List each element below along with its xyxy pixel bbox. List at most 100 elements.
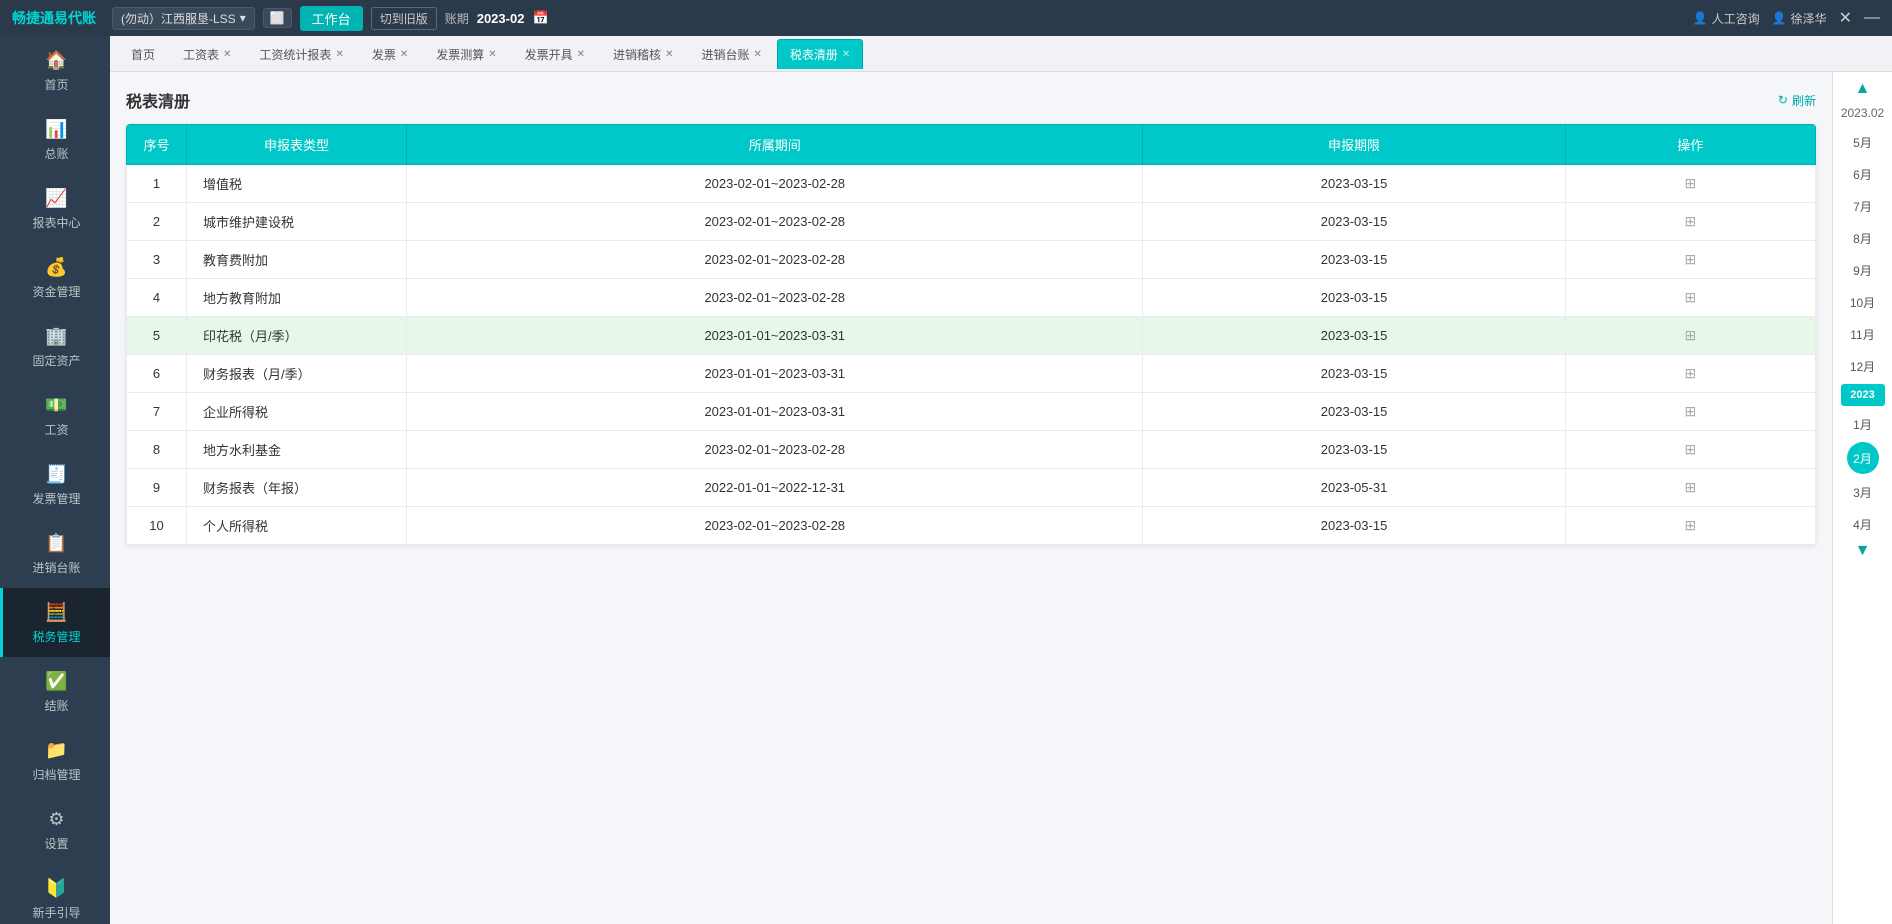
action-icon[interactable]: ⊞ bbox=[1684, 175, 1696, 191]
tab-close-salary-table[interactable]: ✕ bbox=[223, 49, 231, 60]
tab-salary-stats[interactable]: 工资统计报表 ✕ bbox=[246, 39, 356, 69]
month-item[interactable]: 9月 bbox=[1843, 256, 1883, 284]
tab-close-invoice[interactable]: ✕ bbox=[400, 49, 408, 60]
report-icon: 📈 bbox=[45, 186, 69, 210]
tab-salary-table[interactable]: 工资表 ✕ bbox=[170, 39, 244, 69]
sidebar-item-home[interactable]: 🏠 首页 bbox=[0, 36, 110, 105]
sidebar: 🏠 首页 📊 总账 📈 报表中心 💰 资金管理 🏢 固定资产 💵 工资 🧾 发票… bbox=[0, 36, 110, 924]
action-icon[interactable]: ⊞ bbox=[1684, 403, 1696, 419]
col-header-deadline: 申报期限 bbox=[1143, 125, 1565, 165]
minimize-icon[interactable]: — bbox=[1864, 9, 1880, 27]
copy-button[interactable]: ⬜ bbox=[263, 8, 292, 28]
action-icon[interactable]: ⊞ bbox=[1684, 213, 1696, 229]
tab-close-sales-ledger[interactable]: ✕ bbox=[753, 49, 761, 60]
company-selector[interactable]: (勿动）江西服垦-LSS ▾ bbox=[112, 7, 255, 30]
tab-invoice-check[interactable]: 发票测算 ✕ bbox=[423, 39, 509, 69]
cell-action[interactable]: ⊞ bbox=[1565, 355, 1815, 393]
sidebar-label-ledger: 总账 bbox=[44, 145, 68, 162]
cell-period: 2023-01-01~2023-03-31 bbox=[407, 393, 1143, 431]
cell-type: 企业所得税 bbox=[187, 393, 407, 431]
app-logo: 畅捷通易代账 bbox=[12, 8, 96, 28]
action-icon[interactable]: ⊞ bbox=[1684, 365, 1696, 381]
month-item[interactable]: 3月 bbox=[1843, 478, 1883, 506]
cell-action[interactable]: ⊞ bbox=[1565, 203, 1815, 241]
action-icon[interactable]: ⊞ bbox=[1684, 251, 1696, 267]
sidebar-item-settlement[interactable]: ✅ 结账 bbox=[0, 657, 110, 726]
table-row: 2 城市维护建设税 2023-02-01~2023-02-28 2023-03-… bbox=[127, 203, 1816, 241]
sidebar-item-tax[interactable]: 🧮 税务管理 bbox=[0, 588, 110, 657]
sidebar-label-home: 首页 bbox=[44, 76, 68, 93]
cell-action[interactable]: ⊞ bbox=[1565, 393, 1815, 431]
close-icon[interactable]: ✕ bbox=[1839, 8, 1852, 28]
cell-action[interactable]: ⊞ bbox=[1565, 507, 1815, 545]
sidebar-item-report[interactable]: 📈 报表中心 bbox=[0, 174, 110, 243]
cell-type: 财务报表（年报） bbox=[187, 469, 407, 507]
month-item[interactable]: 1月 bbox=[1843, 410, 1883, 438]
month-item[interactable]: 7月 bbox=[1843, 192, 1883, 220]
sidebar-item-guide[interactable]: 🔰 新手引导 bbox=[0, 864, 110, 924]
cell-deadline: 2023-03-15 bbox=[1143, 355, 1565, 393]
month-item[interactable]: 12月 bbox=[1843, 352, 1883, 380]
month-item[interactable]: 5月 bbox=[1843, 128, 1883, 156]
refresh-button[interactable]: ↻ 刷新 bbox=[1778, 92, 1816, 109]
calendar-icon[interactable]: 📅 bbox=[532, 10, 548, 26]
month-item[interactable]: 4月 bbox=[1843, 510, 1883, 538]
month-item[interactable]: 11月 bbox=[1843, 320, 1883, 348]
switch-version-button[interactable]: 切到旧版 bbox=[371, 7, 437, 30]
cell-period: 2023-02-01~2023-02-28 bbox=[407, 203, 1143, 241]
tab-sales-ledger[interactable]: 进销台账 ✕ bbox=[688, 39, 774, 69]
main-layout: 🏠 首页 📊 总账 📈 报表中心 💰 资金管理 🏢 固定资产 💵 工资 🧾 发票… bbox=[0, 36, 1892, 924]
tab-close-invoice-check[interactable]: ✕ bbox=[488, 49, 496, 60]
sidebar-item-invoice[interactable]: 🧾 发票管理 bbox=[0, 450, 110, 519]
top-bar: 畅捷通易代账 (勿动）江西服垦-LSS ▾ ⬜ 工作台 切到旧版 账期 2023… bbox=[0, 0, 1892, 36]
tab-purchase-review[interactable]: 进销稽核 ✕ bbox=[600, 39, 686, 69]
action-icon[interactable]: ⊞ bbox=[1684, 441, 1696, 457]
cell-period: 2023-01-01~2023-03-31 bbox=[407, 355, 1143, 393]
panel-nav-up[interactable]: ▲ bbox=[1855, 80, 1871, 98]
tab-home[interactable]: 首页 bbox=[118, 39, 168, 69]
tab-invoice[interactable]: 发票 ✕ bbox=[359, 39, 421, 69]
action-icon[interactable]: ⊞ bbox=[1684, 289, 1696, 305]
cell-type: 印花税（月/季） bbox=[187, 317, 407, 355]
cell-action[interactable]: ⊞ bbox=[1565, 241, 1815, 279]
action-icon[interactable]: ⊞ bbox=[1684, 517, 1696, 533]
panel-nav-down[interactable]: ▼ bbox=[1855, 542, 1871, 560]
month-item[interactable]: 2月 bbox=[1847, 442, 1879, 474]
action-icon[interactable]: ⊞ bbox=[1684, 479, 1696, 495]
cell-action[interactable]: ⊞ bbox=[1565, 431, 1815, 469]
month-item[interactable]: 6月 bbox=[1843, 160, 1883, 188]
workspace-button[interactable]: 工作台 bbox=[300, 6, 363, 31]
cell-action[interactable]: ⊞ bbox=[1565, 279, 1815, 317]
tab-tax-clear[interactable]: 税表清册 ✕ bbox=[777, 39, 863, 69]
sidebar-item-sales[interactable]: 📋 进销台账 bbox=[0, 519, 110, 588]
month-item[interactable]: 10月 bbox=[1843, 288, 1883, 316]
sidebar-item-salary[interactable]: 💵 工资 bbox=[0, 381, 110, 450]
table-row: 8 地方水利基金 2023-02-01~2023-02-28 2023-03-1… bbox=[127, 431, 1816, 469]
cell-action[interactable]: ⊞ bbox=[1565, 317, 1815, 355]
col-header-type: 申报表类型 bbox=[187, 125, 407, 165]
sidebar-item-archive[interactable]: 📁 归档管理 bbox=[0, 726, 110, 795]
tab-close-purchase-review[interactable]: ✕ bbox=[665, 49, 673, 60]
sidebar-label-settlement: 结账 bbox=[44, 697, 68, 714]
action-icon[interactable]: ⊞ bbox=[1684, 327, 1696, 343]
cell-period: 2023-01-01~2023-03-31 bbox=[407, 317, 1143, 355]
sidebar-item-settings[interactable]: ⚙ 设置 bbox=[0, 795, 110, 864]
user-menu[interactable]: 👤 徐泽华 bbox=[1772, 10, 1827, 27]
tab-close-tax-clear[interactable]: ✕ bbox=[842, 49, 850, 60]
sidebar-item-capital[interactable]: 💰 资金管理 bbox=[0, 243, 110, 312]
company-name: (勿动）江西服垦-LSS bbox=[121, 10, 236, 27]
tab-close-invoice-open[interactable]: ✕ bbox=[577, 49, 585, 60]
tab-invoice-open[interactable]: 发票开具 ✕ bbox=[512, 39, 598, 69]
sidebar-item-fixed-assets[interactable]: 🏢 固定资产 bbox=[0, 312, 110, 381]
month-item[interactable]: 8月 bbox=[1843, 224, 1883, 252]
cell-period: 2023-02-01~2023-02-28 bbox=[407, 507, 1143, 545]
cell-action[interactable]: ⊞ bbox=[1565, 469, 1815, 507]
cell-action[interactable]: ⊞ bbox=[1565, 165, 1815, 203]
salary-icon: 💵 bbox=[45, 393, 69, 417]
ledger-icon: 📊 bbox=[45, 117, 69, 141]
ai-consult-button[interactable]: 👤 人工咨询 bbox=[1693, 10, 1760, 27]
cell-type: 个人所得税 bbox=[187, 507, 407, 545]
cell-type: 地方教育附加 bbox=[187, 279, 407, 317]
sidebar-item-ledger[interactable]: 📊 总账 bbox=[0, 105, 110, 174]
tab-close-salary-stats[interactable]: ✕ bbox=[335, 49, 343, 60]
